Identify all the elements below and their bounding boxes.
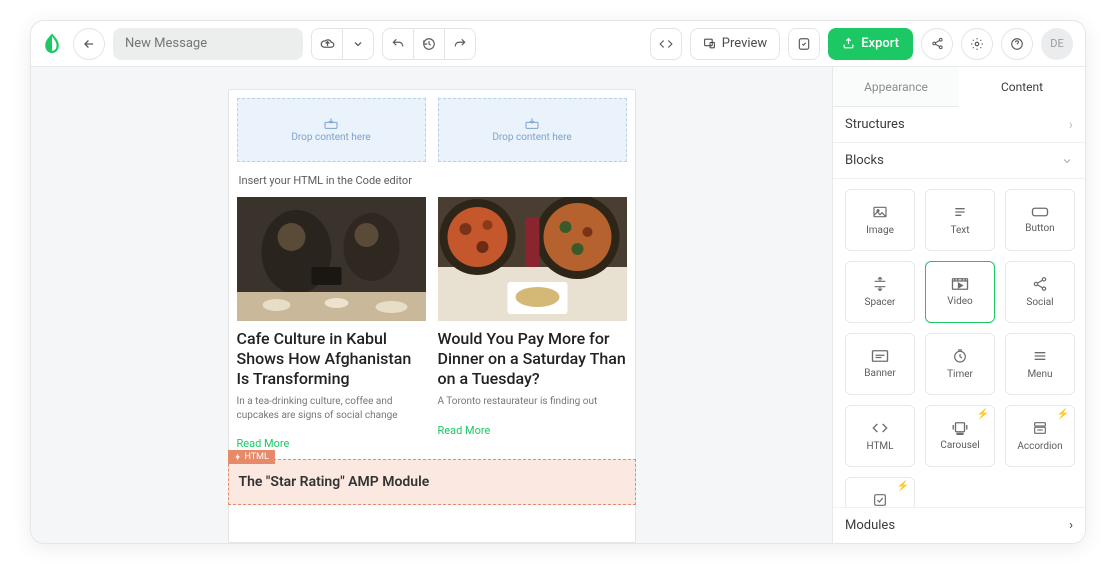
drop-zone-right[interactable]: Drop content here bbox=[438, 98, 627, 162]
block-label: Video bbox=[947, 296, 972, 307]
user-avatar[interactable]: DE bbox=[1041, 28, 1073, 60]
preview-label: Preview bbox=[722, 36, 767, 51]
preview-button[interactable]: Preview bbox=[690, 28, 780, 60]
spacer-icon bbox=[872, 276, 888, 292]
block-button[interactable]: Button bbox=[1005, 189, 1075, 251]
article-desc: In a tea-drinking culture, coffee and cu… bbox=[237, 395, 426, 422]
history-button[interactable] bbox=[413, 28, 445, 60]
section-structures[interactable]: Structures › bbox=[833, 107, 1085, 143]
amp-bolt-icon: ⚡ bbox=[1057, 409, 1069, 420]
chevron-right-icon: › bbox=[1069, 117, 1073, 133]
right-panel: Appearance Content Structures › Blocks I… bbox=[832, 67, 1085, 543]
block-label: Menu bbox=[1027, 369, 1052, 380]
avatar-initials: DE bbox=[1050, 37, 1063, 50]
undo-button[interactable] bbox=[382, 28, 414, 60]
block-timer[interactable]: Timer bbox=[925, 333, 995, 395]
article-card: Cafe Culture in Kabul Shows How Afghanis… bbox=[237, 197, 426, 451]
html-hint-text: Insert your HTML in the Code editor bbox=[239, 174, 627, 187]
amp-bolt-icon: ⚡ bbox=[897, 481, 909, 492]
section-label: Blocks bbox=[845, 153, 884, 168]
devices-icon bbox=[703, 37, 716, 50]
block-form[interactable]: ⚡Form bbox=[845, 477, 915, 507]
block-video[interactable]: Video bbox=[925, 261, 995, 323]
block-carousel[interactable]: ⚡ Carousel bbox=[925, 405, 995, 467]
cloud-save-button[interactable] bbox=[311, 28, 343, 60]
export-button[interactable]: Export bbox=[828, 28, 913, 60]
drop-icon bbox=[323, 117, 339, 129]
article-title: Would You Pay More for Dinner on a Satur… bbox=[438, 329, 627, 389]
section-label: Modules bbox=[845, 518, 895, 533]
message-title-input[interactable] bbox=[113, 28, 303, 60]
block-label: Banner bbox=[864, 368, 895, 379]
tab-content[interactable]: Content bbox=[959, 67, 1085, 107]
block-label: Accordion bbox=[1017, 441, 1062, 452]
drop-icon bbox=[524, 117, 540, 129]
block-spacer[interactable]: Spacer bbox=[845, 261, 915, 323]
timer-icon bbox=[952, 348, 968, 364]
drop-zone-label: Drop content here bbox=[291, 132, 370, 143]
article-image bbox=[237, 197, 426, 321]
redo-button[interactable] bbox=[444, 28, 476, 60]
block-html[interactable]: HTML bbox=[845, 405, 915, 467]
drop-zone-left[interactable]: Drop content here bbox=[237, 98, 426, 162]
banner-icon bbox=[871, 349, 889, 363]
section-blocks[interactable]: Blocks bbox=[833, 143, 1085, 179]
article-desc: A Toronto restaurateur is finding out bbox=[438, 395, 627, 409]
tab-appearance[interactable]: Appearance bbox=[833, 67, 959, 107]
read-more-link[interactable]: Read More bbox=[237, 437, 290, 450]
article-card: Would You Pay More for Dinner on a Satur… bbox=[438, 197, 627, 451]
block-label: Timer bbox=[947, 369, 973, 380]
block-type-tag: HTML bbox=[228, 450, 275, 464]
menu-icon bbox=[1032, 348, 1048, 364]
export-icon bbox=[842, 37, 855, 50]
html-block-title: The "Star Rating" AMP Module bbox=[239, 474, 625, 490]
chevron-right-icon: › bbox=[1069, 518, 1073, 533]
export-label: Export bbox=[861, 36, 899, 51]
block-label: Carousel bbox=[940, 440, 979, 451]
image-icon bbox=[872, 204, 888, 220]
drop-zone-label: Drop content here bbox=[492, 132, 571, 143]
form-icon bbox=[872, 492, 888, 507]
block-banner[interactable]: Banner bbox=[845, 333, 915, 395]
checklist-button[interactable] bbox=[788, 28, 820, 60]
block-social[interactable]: Social bbox=[1005, 261, 1075, 323]
block-menu[interactable]: Menu bbox=[1005, 333, 1075, 395]
back-button[interactable] bbox=[73, 28, 105, 60]
toolbar: Preview Export DE bbox=[31, 21, 1085, 67]
share-button[interactable] bbox=[921, 28, 953, 60]
block-accordion[interactable]: ⚡ Accordion bbox=[1005, 405, 1075, 467]
social-icon bbox=[1032, 276, 1048, 292]
email-canvas[interactable]: Drop content here Drop content here Inse… bbox=[228, 89, 636, 543]
block-label: HTML bbox=[866, 441, 893, 452]
accordion-icon bbox=[1032, 420, 1048, 436]
article-title: Cafe Culture in Kabul Shows How Afghanis… bbox=[237, 329, 426, 389]
block-image[interactable]: Image bbox=[845, 189, 915, 251]
cloud-save-dropdown[interactable] bbox=[342, 28, 374, 60]
video-icon bbox=[951, 277, 969, 291]
html-icon bbox=[872, 420, 888, 436]
chevron-down-icon bbox=[1061, 155, 1073, 167]
block-label: Spacer bbox=[865, 297, 896, 308]
bolt-icon bbox=[234, 453, 242, 461]
read-more-link[interactable]: Read More bbox=[438, 424, 491, 437]
app-logo bbox=[43, 33, 61, 55]
block-label: Button bbox=[1025, 223, 1054, 234]
code-view-button[interactable] bbox=[650, 28, 682, 60]
amp-bolt-icon: ⚡ bbox=[977, 409, 989, 420]
help-button[interactable] bbox=[1001, 28, 1033, 60]
blocks-list: Image Text Button Spacer Video Social Banner Ti… bbox=[833, 179, 1085, 507]
section-label: Structures bbox=[845, 117, 905, 132]
block-label: Text bbox=[950, 225, 969, 236]
block-text[interactable]: Text bbox=[925, 189, 995, 251]
canvas-area: Drop content here Drop content here Inse… bbox=[31, 67, 832, 543]
settings-button[interactable] bbox=[961, 28, 993, 60]
carousel-icon bbox=[951, 421, 969, 435]
text-icon bbox=[952, 204, 968, 220]
html-block-selected[interactable]: HTML The "Star Rating" AMP Module bbox=[228, 459, 636, 505]
section-modules[interactable]: Modules › bbox=[833, 507, 1085, 543]
block-label: Image bbox=[866, 225, 894, 236]
button-icon bbox=[1031, 206, 1049, 218]
article-image bbox=[438, 197, 627, 321]
block-label: Social bbox=[1026, 297, 1053, 308]
